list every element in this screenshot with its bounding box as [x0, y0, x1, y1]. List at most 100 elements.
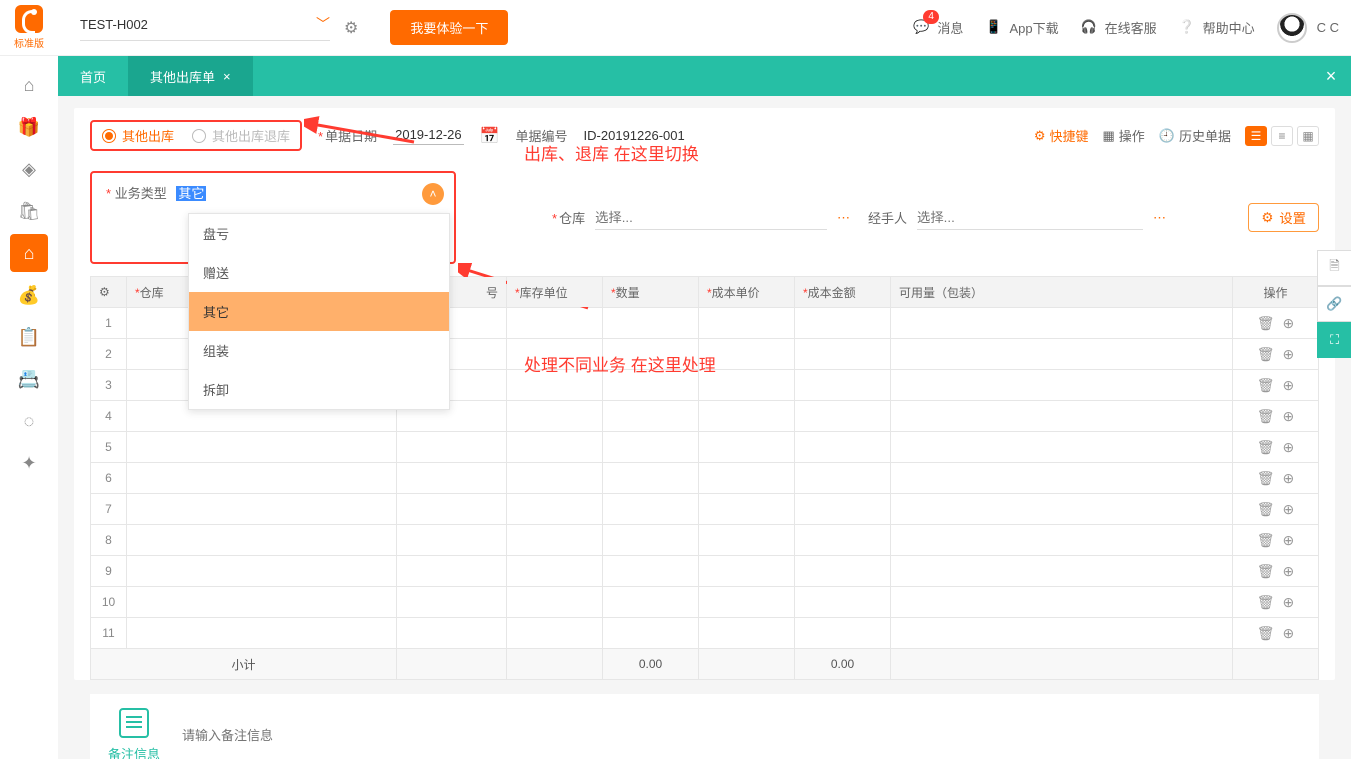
avatar[interactable]	[1277, 13, 1307, 43]
table-row[interactable]: 10🗑⊕	[91, 587, 1319, 618]
more-icon[interactable]: ⋯	[1153, 210, 1168, 226]
col-unit: *库存单位	[507, 277, 603, 308]
delete-icon[interactable]: 🗑	[1257, 439, 1275, 455]
delete-icon[interactable]: 🗑	[1257, 346, 1275, 362]
sidebar-contact-icon[interactable]: 📇	[10, 360, 48, 398]
view-toggle-group: ☰ ≡ ▦	[1245, 126, 1319, 146]
sidebar-gift-icon[interactable]: 🎁	[10, 108, 48, 146]
sidebar-clipboard-icon[interactable]: 📋	[10, 318, 48, 356]
table-row[interactable]: 9🗑⊕	[91, 556, 1319, 587]
delete-icon[interactable]: 🗑	[1257, 315, 1275, 331]
left-sidebar: ⌂ 🎁 ◈ 🛍 ⌂ 💰 📋 📇 ◌ ✦	[0, 56, 58, 759]
row-index: 6	[91, 463, 127, 494]
operate-button[interactable]: ▦操作	[1102, 126, 1144, 145]
delete-icon[interactable]: 🗑	[1257, 408, 1275, 424]
business-type-value[interactable]: 其它	[176, 186, 206, 201]
add-icon[interactable]: ⊕	[1283, 439, 1295, 455]
radio-outbound[interactable]: 其他出库	[102, 126, 174, 145]
shortcut-button[interactable]: ⚙快捷键	[1034, 126, 1089, 145]
add-icon[interactable]: ⊕	[1283, 315, 1295, 331]
sidebar-refresh-icon[interactable]: ◌	[10, 402, 48, 440]
delete-icon[interactable]: 🗑	[1257, 532, 1275, 548]
tab-home[interactable]: 首页	[58, 56, 128, 96]
dropdown-option[interactable]: 组装	[189, 331, 449, 370]
tool-link-icon[interactable]: 🔗	[1317, 286, 1351, 322]
date-label: *单据日期	[318, 126, 377, 145]
user-name[interactable]: C C	[1317, 20, 1339, 35]
delete-icon[interactable]: 🗑	[1257, 594, 1275, 610]
row-ops: 🗑⊕	[1233, 308, 1319, 339]
doc-no-label: 单据编号	[516, 126, 568, 145]
history-icon: 🕘	[1159, 128, 1175, 144]
dropdown-option[interactable]: 拆卸	[189, 370, 449, 409]
delete-icon[interactable]: 🗑	[1257, 377, 1275, 393]
settings-button[interactable]: ⚙设置	[1248, 203, 1319, 232]
gear-column-header[interactable]: ⚙	[91, 277, 127, 308]
table-row[interactable]: 6 🗑 ⊕	[91, 463, 1319, 494]
row-index: 10	[91, 587, 127, 618]
more-icon[interactable]: ⋯	[837, 210, 852, 226]
filter-row: * 业务类型 其它 ˄ 盘亏 赠送 其它 组装 拆卸 *仓库	[74, 163, 1335, 276]
col-cost-price: *成本单价	[699, 277, 795, 308]
add-icon[interactable]: ⊕	[1283, 501, 1295, 517]
row-ops: 🗑⊕	[1233, 494, 1319, 525]
dropdown-option[interactable]: 盘亏	[189, 214, 449, 253]
delete-icon[interactable]: 🗑	[1257, 470, 1275, 486]
view-list-icon[interactable]: ☰	[1245, 126, 1267, 146]
chevron-down-icon: ﹀	[316, 14, 330, 34]
add-icon[interactable]: ⊕	[1283, 532, 1295, 548]
help-center-link[interactable]: ❔ 帮助中心	[1179, 18, 1255, 37]
history-button[interactable]: 🕘历史单据	[1159, 126, 1231, 145]
close-icon[interactable]: ×	[223, 69, 231, 84]
delete-icon[interactable]: 🗑	[1257, 563, 1275, 579]
table-row[interactable]: 8 🗑 ⊕	[91, 525, 1319, 556]
delete-icon[interactable]: 🗑	[1257, 501, 1275, 517]
app-download-link[interactable]: 📱 App下载	[985, 18, 1058, 37]
table-row[interactable]: 7🗑⊕	[91, 494, 1319, 525]
row-ops: 🗑⊕	[1233, 432, 1319, 463]
delete-icon[interactable]: 🗑	[1257, 625, 1275, 641]
add-icon[interactable]: ⊕	[1283, 346, 1295, 362]
date-value[interactable]: 2019-12-26	[393, 127, 464, 145]
add-icon[interactable]: ⊕	[1283, 594, 1295, 610]
messages-link[interactable]: 💬 4 消息	[913, 18, 963, 37]
project-selector[interactable]: TEST-H002 ﹀	[80, 14, 330, 41]
add-icon[interactable]: ⊕	[1283, 377, 1295, 393]
sidebar-home-icon[interactable]: ⌂	[10, 66, 48, 104]
warehouse-input[interactable]	[595, 206, 827, 230]
doc-no-value: ID-20191226-001	[584, 128, 685, 143]
customer-service-link[interactable]: 🎧 在线客服	[1081, 18, 1157, 37]
tool-expand-icon[interactable]: ⛶	[1317, 322, 1351, 358]
remark-input[interactable]	[182, 728, 1301, 743]
calendar-icon[interactable]: 📅	[480, 126, 500, 146]
add-icon[interactable]: ⊕	[1283, 563, 1295, 579]
col-available: 可用量（包装）	[891, 277, 1233, 308]
chevron-up-icon[interactable]: ˄	[422, 183, 444, 205]
sidebar-warehouse-icon[interactable]: ⌂	[10, 234, 48, 272]
gear-icon[interactable]: ⚙	[344, 18, 358, 38]
add-icon[interactable]: ⊕	[1283, 408, 1295, 424]
view-grid-icon[interactable]: ▦	[1297, 126, 1319, 146]
sidebar-bag-icon[interactable]: 🛍	[10, 192, 48, 230]
sidebar-new-icon[interactable]: ✦	[10, 444, 48, 482]
table-row[interactable]: 5🗑⊕	[91, 432, 1319, 463]
tool-doc-icon[interactable]: 🗎	[1317, 250, 1351, 286]
row-index: 8	[91, 525, 127, 556]
table-row[interactable]: 11🗑⊕	[91, 618, 1319, 649]
sidebar-money-icon[interactable]: 💰	[10, 276, 48, 314]
add-icon[interactable]: ⊕	[1283, 625, 1295, 641]
cta-button[interactable]: 我要体验一下	[390, 10, 508, 45]
add-icon[interactable]: ⊕	[1283, 470, 1295, 486]
sidebar-diamond-icon[interactable]: ◈	[10, 150, 48, 188]
dropdown-option[interactable]: 赠送	[189, 253, 449, 292]
radio-outbound-return[interactable]: 其他出库退库	[192, 126, 290, 145]
row-ops: 🗑⊕	[1233, 587, 1319, 618]
view-compact-icon[interactable]: ≡	[1271, 126, 1293, 146]
handler-input[interactable]	[917, 206, 1143, 230]
remark-title: 备注信息	[108, 744, 160, 759]
dropdown-option-selected[interactable]: 其它	[189, 292, 449, 331]
close-all-tabs-button[interactable]: ×	[1311, 56, 1351, 96]
remark-card: 备注信息	[90, 694, 1319, 759]
right-tool-strip: 🗎 🔗 ⛶	[1317, 250, 1351, 358]
tab-other-outbound[interactable]: 其他出库单 ×	[128, 56, 253, 96]
